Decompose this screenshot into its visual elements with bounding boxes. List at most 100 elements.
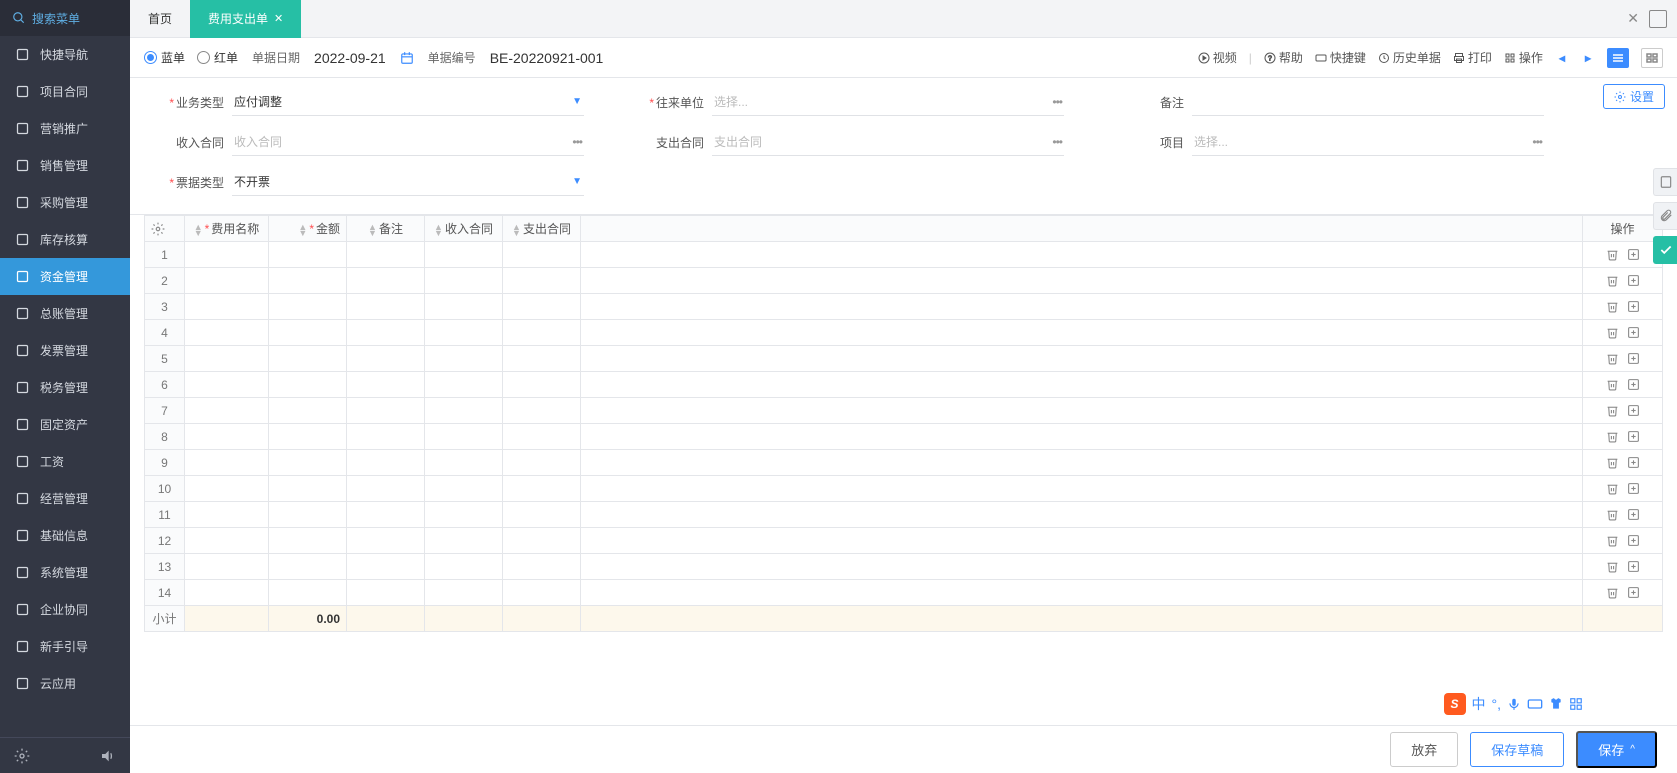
cell-income[interactable] <box>425 242 503 268</box>
ime-skin-icon[interactable] <box>1549 697 1563 711</box>
cell-expense[interactable] <box>503 528 581 554</box>
video-link[interactable]: 视频 <box>1198 49 1237 66</box>
cell-blank[interactable] <box>581 242 1583 268</box>
remark-input-wrap[interactable] <box>1192 88 1544 116</box>
ime-punct-icon[interactable]: °, <box>1492 696 1502 712</box>
cell-income[interactable] <box>425 502 503 528</box>
help-link[interactable]: ? 帮助 <box>1264 49 1303 66</box>
cell-name[interactable] <box>185 346 269 372</box>
table-row[interactable]: 9 <box>145 450 1663 476</box>
cell-amount[interactable] <box>269 294 347 320</box>
radio-red[interactable]: 红单 <box>197 49 238 66</box>
print-link[interactable]: 打印 <box>1453 49 1492 66</box>
add-row-icon[interactable] <box>1627 508 1640 521</box>
ime-tool-icon[interactable] <box>1569 697 1583 711</box>
cell-amount[interactable] <box>269 424 347 450</box>
sidebar-item-tax[interactable]: 税务管理 <box>0 369 130 406</box>
add-row-icon[interactable] <box>1627 560 1640 573</box>
cell-income[interactable] <box>425 294 503 320</box>
delete-icon[interactable] <box>1606 274 1619 287</box>
cell-name[interactable] <box>185 528 269 554</box>
volume-icon[interactable] <box>100 748 116 764</box>
delete-icon[interactable] <box>1606 508 1619 521</box>
add-row-icon[interactable] <box>1627 482 1640 495</box>
cell-remark[interactable] <box>347 580 425 606</box>
cell-name[interactable] <box>185 502 269 528</box>
cell-name[interactable] <box>185 554 269 580</box>
add-row-icon[interactable] <box>1627 300 1640 313</box>
cell-remark[interactable] <box>347 476 425 502</box>
cell-remark[interactable] <box>347 398 425 424</box>
action-link[interactable]: 操作 <box>1504 49 1543 66</box>
gear-icon[interactable] <box>14 748 30 764</box>
cell-remark[interactable] <box>347 268 425 294</box>
ime-mic-icon[interactable] <box>1507 697 1521 711</box>
col-gear[interactable] <box>145 216 185 242</box>
cell-blank[interactable] <box>581 372 1583 398</box>
cell-blank[interactable] <box>581 450 1583 476</box>
cell-amount[interactable] <box>269 554 347 580</box>
cell-expense[interactable] <box>503 346 581 372</box>
ellipsis-icon[interactable]: ••• <box>1052 95 1062 109</box>
add-row-icon[interactable] <box>1627 248 1640 261</box>
close-tab-icon[interactable]: ✕ <box>1627 10 1639 27</box>
cell-name[interactable] <box>185 450 269 476</box>
cell-name[interactable] <box>185 268 269 294</box>
sidebar-item-box[interactable]: 库存核算 <box>0 221 130 258</box>
table-row[interactable]: 12 <box>145 528 1663 554</box>
cell-expense[interactable] <box>503 502 581 528</box>
sidebar-item-money[interactable]: 资金管理 <box>0 258 130 295</box>
sidebar-item-compass[interactable]: 快捷导航 <box>0 36 130 73</box>
cell-expense[interactable] <box>503 450 581 476</box>
side-tab-note[interactable] <box>1653 168 1677 196</box>
sidebar-item-guide[interactable]: 新手引导 <box>0 628 130 665</box>
delete-icon[interactable] <box>1606 378 1619 391</box>
delete-icon[interactable] <box>1606 456 1619 469</box>
cell-remark[interactable] <box>347 346 425 372</box>
cell-remark[interactable] <box>347 502 425 528</box>
abandon-button[interactable]: 放弃 <box>1390 732 1458 767</box>
cell-amount[interactable] <box>269 580 347 606</box>
ellipsis-icon[interactable]: ••• <box>1052 135 1062 149</box>
calendar-icon[interactable] <box>400 51 414 65</box>
add-row-icon[interactable] <box>1627 352 1640 365</box>
col-remark[interactable]: ▲▼备注 <box>347 216 425 242</box>
add-row-icon[interactable] <box>1627 274 1640 287</box>
close-icon[interactable]: ✕ <box>274 12 283 25</box>
cell-amount[interactable] <box>269 320 347 346</box>
cell-expense[interactable] <box>503 580 581 606</box>
add-row-icon[interactable] <box>1627 456 1640 469</box>
cell-name[interactable] <box>185 320 269 346</box>
cell-income[interactable] <box>425 450 503 476</box>
cell-expense[interactable] <box>503 294 581 320</box>
cell-expense[interactable] <box>503 242 581 268</box>
cell-remark[interactable] <box>347 450 425 476</box>
sidebar-item-gift[interactable]: 营销推广 <box>0 110 130 147</box>
ime-keyboard-icon[interactable] <box>1527 697 1543 711</box>
delete-icon[interactable] <box>1606 300 1619 313</box>
partner-input[interactable] <box>714 95 1052 109</box>
cell-expense[interactable] <box>503 476 581 502</box>
cell-remark[interactable] <box>347 424 425 450</box>
project-select[interactable]: ••• <box>1192 128 1544 156</box>
cell-amount[interactable] <box>269 398 347 424</box>
table-row[interactable]: 10 <box>145 476 1663 502</box>
layout-list-icon[interactable] <box>1607 48 1629 68</box>
delete-icon[interactable] <box>1606 560 1619 573</box>
cell-blank[interactable] <box>581 554 1583 580</box>
tab-home[interactable]: 首页 <box>130 0 190 38</box>
cell-blank[interactable] <box>581 320 1583 346</box>
date-value[interactable]: 2022-09-21 <box>314 50 386 66</box>
cell-blank[interactable] <box>581 294 1583 320</box>
radio-blue[interactable]: 蓝单 <box>144 49 185 66</box>
cell-expense[interactable] <box>503 320 581 346</box>
cell-income[interactable] <box>425 346 503 372</box>
expense-contract-input[interactable] <box>714 135 1052 149</box>
sidebar-item-cloud[interactable]: 云应用 <box>0 665 130 702</box>
side-tab-check[interactable] <box>1653 236 1677 264</box>
cell-income[interactable] <box>425 580 503 606</box>
table-row[interactable]: 1 <box>145 242 1663 268</box>
save-button[interactable]: 保存 ^ <box>1576 731 1657 768</box>
cell-remark[interactable] <box>347 554 425 580</box>
delete-icon[interactable] <box>1606 482 1619 495</box>
